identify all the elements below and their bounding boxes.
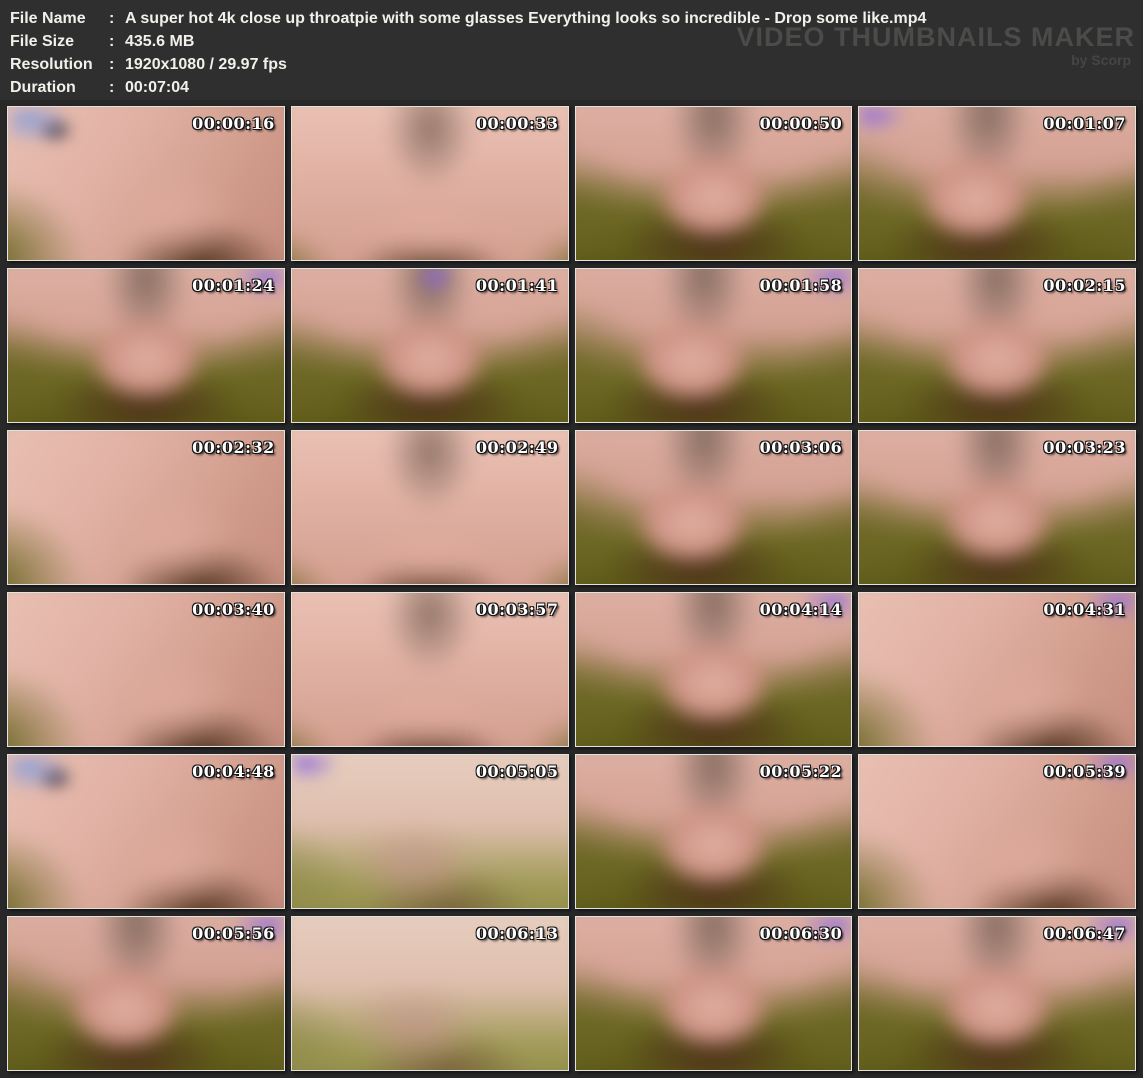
video-thumbnail: 00:02:49 xyxy=(291,430,569,585)
timestamp-overlay: 00:01:07 xyxy=(1043,114,1126,133)
video-thumbnail: 00:05:05 xyxy=(291,754,569,909)
timestamp-overlay: 00:01:24 xyxy=(192,276,275,295)
file-info-label: Resolution xyxy=(10,53,109,76)
timestamp-overlay: 00:04:48 xyxy=(192,762,275,781)
timestamp-overlay: 00:03:06 xyxy=(760,438,843,457)
app-watermark: VIDEO THUMBNAILS MAKER by Scorp xyxy=(737,23,1136,68)
file-info-label: File Size xyxy=(10,30,109,53)
video-thumbnail: 00:05:56 xyxy=(7,916,285,1071)
timestamp-overlay: 00:05:39 xyxy=(1043,762,1126,781)
video-thumbnail: 00:01:24 xyxy=(7,268,285,423)
video-thumbnail: 00:02:32 xyxy=(7,430,285,585)
timestamp-overlay: 00:02:32 xyxy=(192,438,275,457)
video-thumbnail: 00:06:13 xyxy=(291,916,569,1071)
video-thumbnail: 00:01:07 xyxy=(858,106,1136,261)
video-thumbnail: 00:06:47 xyxy=(858,916,1136,1071)
timestamp-overlay: 00:02:49 xyxy=(476,438,559,457)
timestamp-overlay: 00:01:41 xyxy=(476,276,559,295)
timestamp-overlay: 00:05:05 xyxy=(476,762,559,781)
timestamp-overlay: 00:06:13 xyxy=(476,924,559,943)
file-info-separator: : xyxy=(109,30,125,53)
timestamp-overlay: 00:00:16 xyxy=(192,114,275,133)
timestamp-overlay: 00:06:47 xyxy=(1043,924,1126,943)
video-thumbnail: 00:01:41 xyxy=(291,268,569,423)
watermark-subtitle: by Scorp xyxy=(737,52,1136,68)
video-thumbnail: 00:00:33 xyxy=(291,106,569,261)
file-info-separator: : xyxy=(109,76,125,99)
timestamp-overlay: 00:04:14 xyxy=(760,600,843,619)
timestamp-overlay: 00:02:15 xyxy=(1043,276,1126,295)
thumbnail-grid: 00:00:16 00:00:33 00:00:50 00:01:07 00:01:24… xyxy=(0,100,1143,1078)
timestamp-overlay: 00:05:22 xyxy=(760,762,843,781)
timestamp-overlay: 00:00:33 xyxy=(476,114,559,133)
timestamp-overlay: 00:03:23 xyxy=(1043,438,1126,457)
file-info-label: File Name xyxy=(10,7,109,30)
file-info-row: Duration:00:07:04 xyxy=(10,76,926,99)
timestamp-overlay: 00:05:56 xyxy=(192,924,275,943)
video-thumbnail: 00:04:31 xyxy=(858,592,1136,747)
file-info-label: Duration xyxy=(10,76,109,99)
video-thumbnail: 00:03:57 xyxy=(291,592,569,747)
file-info-header: File Name:A super hot 4k close up throat… xyxy=(0,0,1143,100)
video-thumbnail: 00:00:16 xyxy=(7,106,285,261)
video-thumbnail: 00:01:58 xyxy=(575,268,853,423)
timestamp-overlay: 00:03:57 xyxy=(476,600,559,619)
video-thumbnail: 00:02:15 xyxy=(858,268,1136,423)
video-thumbnail: 00:03:40 xyxy=(7,592,285,747)
video-thumbnail: 00:05:39 xyxy=(858,754,1136,909)
video-thumbnail: 00:04:48 xyxy=(7,754,285,909)
contact-sheet: File Name:A super hot 4k close up throat… xyxy=(0,0,1143,1078)
video-thumbnail: 00:06:30 xyxy=(575,916,853,1071)
video-thumbnail: 00:03:23 xyxy=(858,430,1136,585)
video-thumbnail: 00:04:14 xyxy=(575,592,853,747)
timestamp-overlay: 00:00:50 xyxy=(760,114,843,133)
timestamp-overlay: 00:04:31 xyxy=(1043,600,1126,619)
watermark-title: VIDEO THUMBNAILS MAKER xyxy=(737,23,1136,51)
file-info-separator: : xyxy=(109,7,125,30)
file-info-value: 00:07:04 xyxy=(125,76,189,99)
video-thumbnail: 00:05:22 xyxy=(575,754,853,909)
timestamp-overlay: 00:03:40 xyxy=(192,600,275,619)
file-info-value: 435.6 MB xyxy=(125,30,194,53)
video-thumbnail: 00:00:50 xyxy=(575,106,853,261)
file-info-value: 1920x1080 / 29.97 fps xyxy=(125,53,287,76)
timestamp-overlay: 00:06:30 xyxy=(760,924,843,943)
file-info-separator: : xyxy=(109,53,125,76)
video-thumbnail: 00:03:06 xyxy=(575,430,853,585)
timestamp-overlay: 00:01:58 xyxy=(760,276,843,295)
